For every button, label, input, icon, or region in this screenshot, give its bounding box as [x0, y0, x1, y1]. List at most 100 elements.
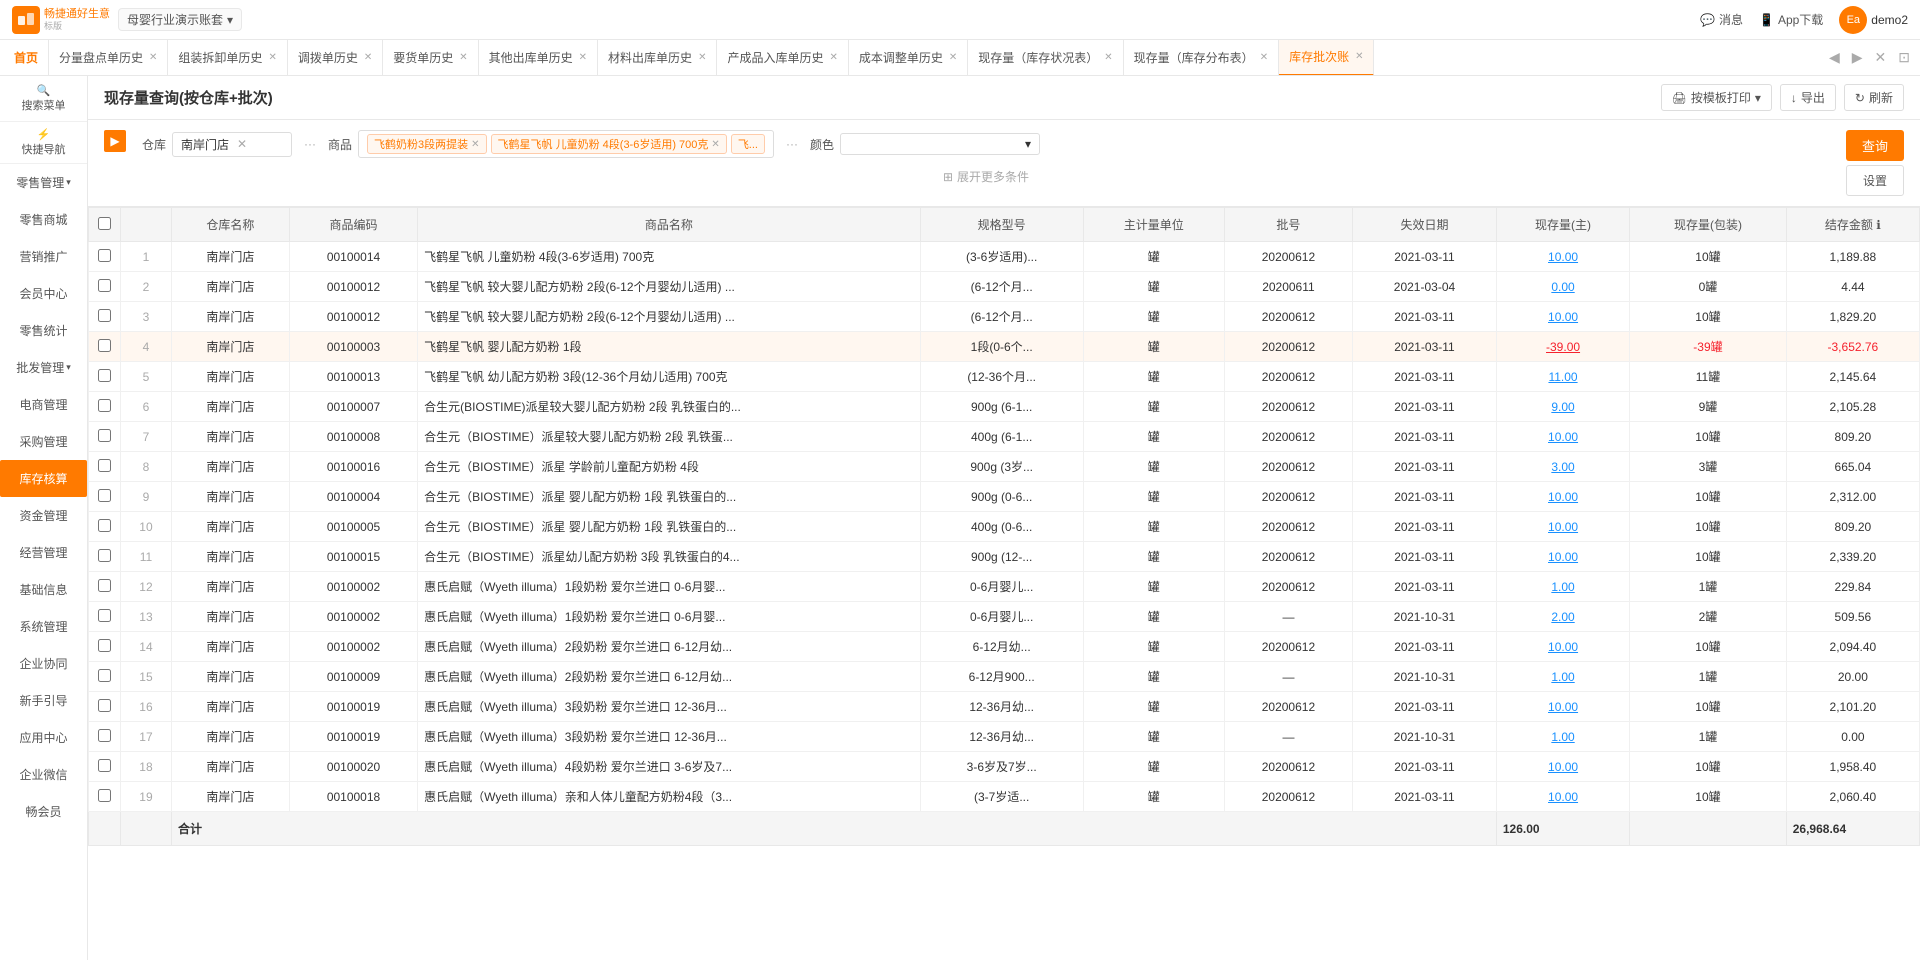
- cell-checkbox[interactable]: [89, 392, 121, 422]
- cell-code: 00100003: [289, 332, 417, 362]
- cell-checkbox[interactable]: [89, 242, 121, 272]
- filter-more-2[interactable]: ···: [786, 137, 798, 151]
- cell-spec: 900g (3岁...: [920, 452, 1083, 482]
- sidebar-item-basic[interactable]: 基础信息: [0, 571, 87, 608]
- tab-disassemble[interactable]: 组装拆卸单历史 ✕: [168, 40, 287, 76]
- tab-close-product-in[interactable]: ✕: [829, 52, 837, 63]
- cell-checkbox[interactable]: [89, 332, 121, 362]
- tab-next-btn[interactable]: ▶: [1846, 49, 1869, 66]
- cell-checkbox[interactable]: [89, 542, 121, 572]
- product-tag-close-2[interactable]: ✕: [711, 139, 719, 150]
- tab-other-out[interactable]: 其他出库单历史 ✕: [479, 40, 598, 76]
- sidebar-item-purchase[interactable]: 采购管理: [0, 423, 87, 460]
- tab-bar-maximize[interactable]: ⊡: [1892, 49, 1916, 66]
- cell-checkbox[interactable]: [89, 362, 121, 392]
- cell-warehouse: 南岸门店: [171, 362, 289, 392]
- sidebar-item-app-center[interactable]: 应用中心: [0, 719, 87, 756]
- product-input[interactable]: 飞鹤奶粉3段两提装 ✕ 飞鹤星飞帆 儿童奶粉 4段(3-6岁适用) 700克 ✕…: [358, 130, 774, 158]
- filter-more-1[interactable]: ···: [304, 137, 316, 151]
- tab-stock-status[interactable]: 现存量（库存状况表） ✕: [968, 40, 1123, 76]
- cell-balance: 2,339.20: [1786, 542, 1919, 572]
- tab-cost-adjust[interactable]: 成本调整单历史 ✕: [849, 40, 968, 76]
- tab-close-batch[interactable]: ✕: [1355, 51, 1363, 62]
- tab-bar-close-all[interactable]: ✕: [1869, 49, 1893, 66]
- sidebar-quick-nav[interactable]: ⚡ 快捷导航: [0, 122, 87, 164]
- warehouse-input[interactable]: 南岸门店 ✕: [172, 132, 292, 157]
- app-download-btn[interactable]: 📱 App下载: [1759, 11, 1823, 28]
- refresh-btn[interactable]: ↻ 刷新: [1844, 84, 1904, 111]
- sidebar-item-marketing[interactable]: 营销推广: [0, 238, 87, 275]
- query-btn[interactable]: 查询: [1846, 130, 1904, 161]
- sidebar-item-new-guide[interactable]: 新手引导: [0, 682, 87, 719]
- cell-stock-pkg: -39罐: [1630, 332, 1787, 362]
- cell-checkbox[interactable]: [89, 452, 121, 482]
- cell-checkbox[interactable]: [89, 782, 121, 812]
- tab-close-cost-adjust[interactable]: ✕: [949, 52, 957, 63]
- cell-checkbox[interactable]: [89, 602, 121, 632]
- sidebar-item-system[interactable]: 系统管理: [0, 608, 87, 645]
- sidebar-item-finance[interactable]: 资金管理: [0, 497, 87, 534]
- tab-close-other-out[interactable]: ✕: [579, 52, 587, 63]
- expand-toggle-btn[interactable]: ▶: [104, 130, 126, 152]
- tab-requisition[interactable]: 要货单历史 ✕: [383, 40, 478, 76]
- tab-prev-btn[interactable]: ◀: [1823, 49, 1846, 66]
- tab-close-adjust[interactable]: ✕: [364, 52, 372, 63]
- cell-checkbox[interactable]: [89, 512, 121, 542]
- tab-close-requisition[interactable]: ✕: [459, 52, 467, 63]
- tab-split-inventory[interactable]: 分量盘点单历史 ✕: [49, 40, 168, 76]
- tab-close-stock-status[interactable]: ✕: [1104, 52, 1112, 63]
- sidebar-item-ecommerce[interactable]: 电商管理: [0, 386, 87, 423]
- sidebar-item-member[interactable]: 会员中心: [0, 275, 87, 312]
- tab-close-disassemble[interactable]: ✕: [268, 52, 276, 63]
- sidebar-item-retail-store[interactable]: 零售商城: [0, 201, 87, 238]
- template-print-btn[interactable]: 🖨 按模板打印 ▾: [1661, 84, 1772, 111]
- table-footer-row: 合计 126.00 26,968.64: [89, 812, 1920, 846]
- refresh-icon: ↻: [1855, 91, 1865, 105]
- sidebar-search[interactable]: 🔍 搜索菜单: [0, 76, 87, 122]
- expand-more-btn[interactable]: ⊞ 展开更多条件: [939, 164, 1033, 189]
- tab-stock-dist[interactable]: 现存量（库存分布表） ✕: [1124, 40, 1279, 76]
- cell-stock-pkg: 2罐: [1630, 602, 1787, 632]
- cell-checkbox[interactable]: [89, 302, 121, 332]
- tab-close-split[interactable]: ✕: [149, 52, 157, 63]
- sidebar-item-inventory[interactable]: 库存核算: [0, 460, 87, 497]
- cell-checkbox[interactable]: [89, 422, 121, 452]
- cell-checkbox[interactable]: [89, 272, 121, 302]
- cell-checkbox[interactable]: [89, 722, 121, 752]
- product-tag-close-1[interactable]: ✕: [471, 139, 479, 150]
- tab-adjust[interactable]: 调拨单历史 ✕: [288, 40, 383, 76]
- cell-batch: 20200612: [1224, 752, 1352, 782]
- sidebar-item-wholesale[interactable]: 批发管理▾: [0, 349, 87, 386]
- sidebar-item-member2[interactable]: 畅会员: [0, 793, 87, 830]
- workspace-label: 母婴行业演示账套: [127, 11, 223, 28]
- tab-home[interactable]: 首页: [4, 40, 49, 76]
- sidebar-item-retail-mgmt[interactable]: 零售管理▾: [0, 164, 87, 201]
- tab-material-out[interactable]: 材料出库单历史 ✕: [598, 40, 717, 76]
- select-all-checkbox[interactable]: [98, 217, 111, 230]
- sidebar-item-retail-stats[interactable]: 零售统计: [0, 312, 87, 349]
- sidebar-item-enterprise[interactable]: 企业协同: [0, 645, 87, 682]
- workspace-selector[interactable]: 母婴行业演示账套 ▾: [118, 8, 242, 31]
- warehouse-close-icon[interactable]: ✕: [237, 137, 247, 151]
- cell-stock-main: 10.00: [1496, 512, 1629, 542]
- export-btn[interactable]: ↓ 导出: [1780, 84, 1836, 111]
- cell-checkbox[interactable]: [89, 572, 121, 602]
- sidebar-item-operations[interactable]: 经营管理: [0, 534, 87, 571]
- cell-checkbox[interactable]: [89, 752, 121, 782]
- cell-checkbox[interactable]: [89, 692, 121, 722]
- tab-close-material-out[interactable]: ✕: [698, 52, 706, 63]
- tab-close-stock-dist[interactable]: ✕: [1260, 52, 1268, 63]
- tab-batch-account[interactable]: 库存批次账 ✕: [1279, 40, 1374, 76]
- cell-name: 惠氏启赋（Wyeth illuma）2段奶粉 爱尔兰进口 6-12月幼...: [418, 632, 921, 662]
- color-input[interactable]: ▾: [840, 133, 1040, 155]
- sidebar-item-enterprise-wechat[interactable]: 企业微信: [0, 756, 87, 793]
- cell-checkbox[interactable]: [89, 632, 121, 662]
- cell-checkbox[interactable]: [89, 482, 121, 512]
- settings-btn[interactable]: 设置: [1846, 165, 1904, 196]
- message-btn[interactable]: 💬 消息: [1700, 11, 1743, 28]
- cell-balance: 1,829.20: [1786, 302, 1919, 332]
- cell-checkbox[interactable]: [89, 662, 121, 692]
- cell-expire: 2021-03-11: [1353, 542, 1497, 572]
- user-area[interactable]: Ea demo2: [1839, 6, 1908, 34]
- tab-product-in[interactable]: 产成品入库单历史 ✕: [717, 40, 848, 76]
